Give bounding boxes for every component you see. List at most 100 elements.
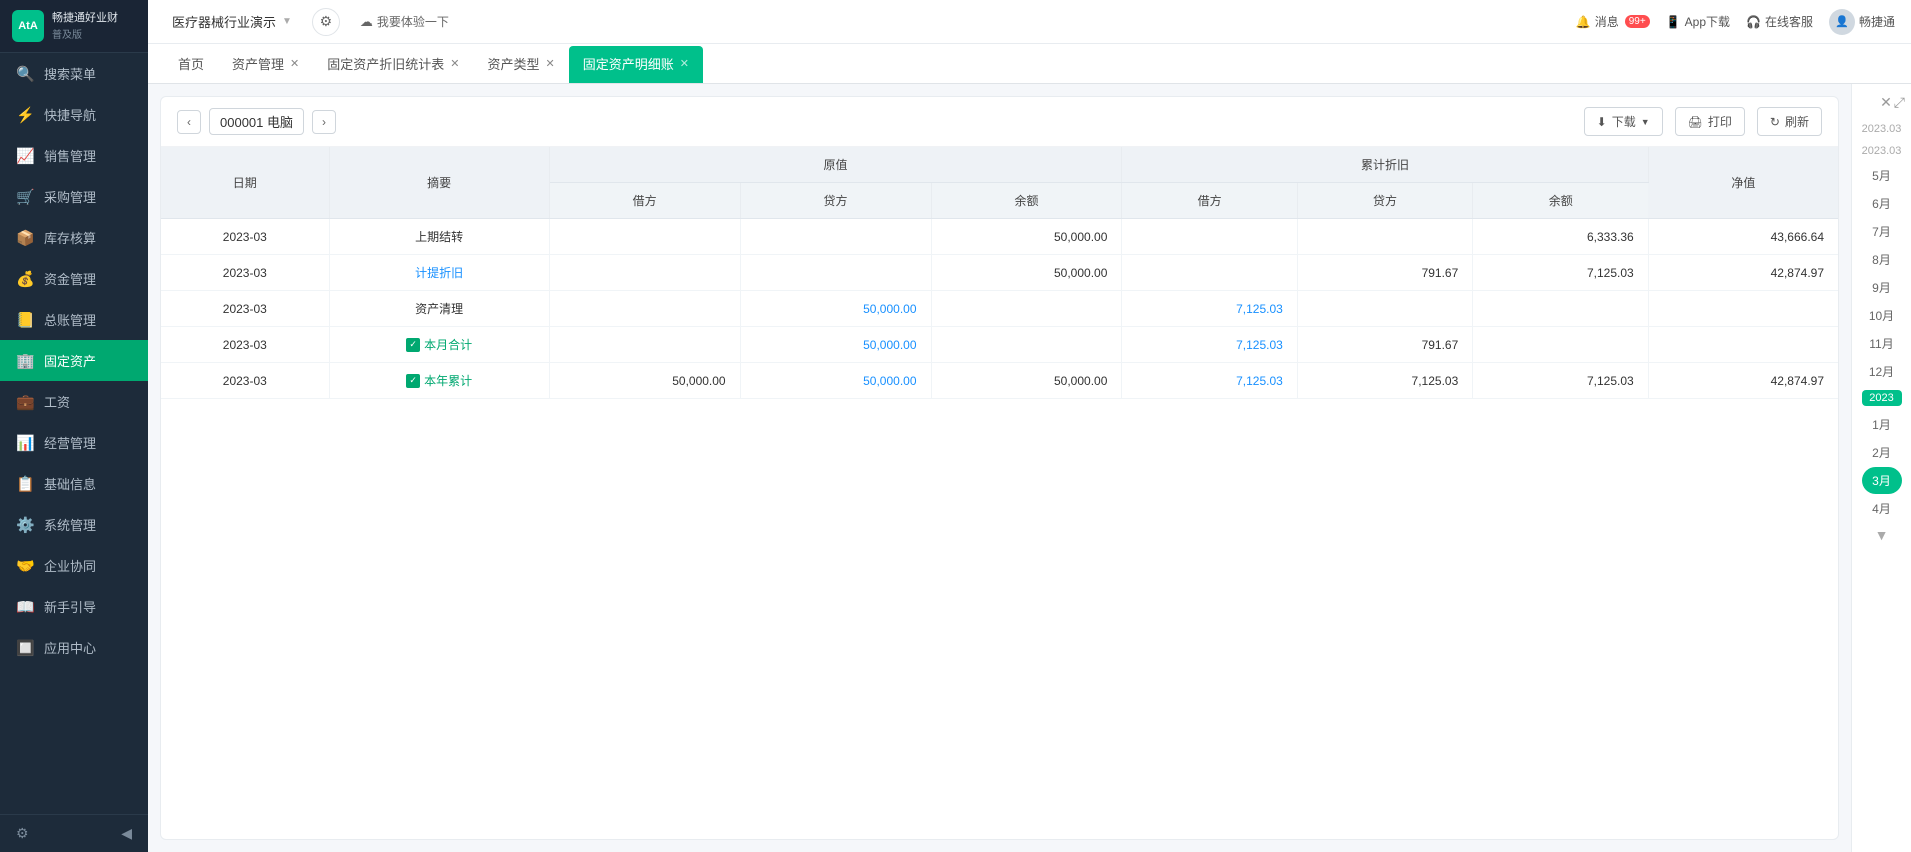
tab-close-depreciation[interactable]: ✕ <box>450 57 459 70</box>
timeline-month-item[interactable]: 9月 <box>1862 274 1902 301</box>
sidebar-item-newbie[interactable]: 📖 新手引导 <box>0 586 148 627</box>
tab-close-detail[interactable]: ✕ <box>680 57 689 70</box>
cell-orig-credit <box>740 255 931 291</box>
timeline-month-item[interactable]: 2月 <box>1862 439 1902 466</box>
app-download-button[interactable]: 📱 App下载 <box>1666 13 1730 30</box>
th-orig-balance: 余额 <box>931 183 1122 219</box>
cell-orig-credit: 50,000.00 <box>740 291 931 327</box>
timeline-month-item[interactable]: 7月 <box>1862 218 1902 245</box>
sidebar-bottom: ⚙ ◀ <box>0 814 148 852</box>
sidebar-item-inventory[interactable]: 📦 库存核算 <box>0 217 148 258</box>
company-name: 医疗器械行业演示 <box>172 12 276 31</box>
sidebar-item-appstore[interactable]: 🔲 应用中心 <box>0 627 148 668</box>
download-dropdown-icon: ▼ <box>1641 117 1650 127</box>
user-avatar[interactable]: 👤 畅捷通 <box>1829 9 1895 35</box>
experience-button[interactable]: ☁ 我要体验一下 <box>352 9 457 34</box>
topbar-settings-button[interactable]: ⚙ <box>312 8 340 36</box>
timeline-month-item[interactable]: 11月 <box>1862 330 1902 357</box>
print-button[interactable]: 🖨 打印 <box>1675 107 1745 136</box>
tab-asset-type[interactable]: 资产类型 ✕ <box>473 46 568 83</box>
table-row: 2023-03 资产清理 50,000.00 7,125.03 <box>161 291 1838 327</box>
sidebar-item-search[interactable]: 🔍 搜索菜单 <box>0 53 148 94</box>
next-asset-button[interactable]: › <box>312 110 336 134</box>
topbar-left: 医疗器械行业演示 ▼ ⚙ ☁ 我要体验一下 <box>164 8 457 36</box>
notification-badge: 99+ <box>1625 15 1650 28</box>
topbar: 医疗器械行业演示 ▼ ⚙ ☁ 我要体验一下 🔔 消息 99+ 📱 App下载 <box>148 0 1911 44</box>
prev-asset-button[interactable]: ‹ <box>177 110 201 134</box>
notification-button[interactable]: 🔔 消息 99+ <box>1576 13 1650 30</box>
timeline-month-item[interactable]: 1月 <box>1862 411 1902 438</box>
sidebar-item-system[interactable]: ⚙️ 系统管理 <box>0 504 148 545</box>
guide-icon: 📖 <box>16 598 34 616</box>
info-icon: 📋 <box>16 475 34 493</box>
sidebar-item-fixed-assets[interactable]: 🏢 固定资产 <box>0 340 148 381</box>
timeline-close-button[interactable]: ✕ <box>1880 94 1892 111</box>
cell-dep-credit: 791.67 <box>1297 255 1472 291</box>
sidebar-item-ops[interactable]: 📊 经营管理 <box>0 422 148 463</box>
cell-summary: ✓本年累计 <box>329 363 549 399</box>
sidebar-item-quicknav[interactable]: ⚡ 快捷导航 <box>0 94 148 135</box>
asset-code-tag: 000001 电脑 <box>209 108 304 135</box>
sidebar-item-sales[interactable]: 📈 销售管理 <box>0 135 148 176</box>
cell-date: 2023-03 <box>161 291 329 327</box>
customer-service-button[interactable]: 🎧 在线客服 <box>1746 13 1813 30</box>
timeline-months-current: 1月2月3月4月 <box>1862 410 1902 523</box>
sidebar-item-ledger[interactable]: 📒 总账管理 <box>0 299 148 340</box>
settings-bottom-icon[interactable]: ⚙ <box>16 825 29 842</box>
sidebar-item-basic[interactable]: 📋 基础信息 <box>0 463 148 504</box>
cell-orig-balance: 50,000.00 <box>931 255 1122 291</box>
system-icon: ⚙️ <box>16 516 34 534</box>
tab-depreciation[interactable]: 固定资产折旧统计表 ✕ <box>313 46 473 83</box>
timeline-month-item[interactable]: 5月 <box>1862 162 1902 189</box>
building-icon: 🏢 <box>16 352 34 370</box>
sidebar-item-collab[interactable]: 🤝 企业协同 <box>0 545 148 586</box>
sidebar-item-funds[interactable]: 💰 资金管理 <box>0 258 148 299</box>
collapse-icon[interactable]: ◀ <box>121 825 132 842</box>
cell-net-value: 42,874.97 <box>1648 255 1838 291</box>
timeline-month-item[interactable]: 8月 <box>1862 246 1902 273</box>
avatar-image: 👤 <box>1829 9 1855 35</box>
timeline-expand-button[interactable]: ⤢ <box>1894 94 1905 111</box>
th-summary: 摘要 <box>329 147 549 219</box>
cell-dep-credit <box>1297 291 1472 327</box>
fixed-asset-detail-table: 日期 摘要 原值 累计折旧 净值 借方 贷方 余额 借方 贷方 余额 <box>161 147 1838 399</box>
sidebar-item-purchase[interactable]: 🛒 采购管理 <box>0 176 148 217</box>
sidebar-item-salary[interactable]: 💼 工资 <box>0 381 148 422</box>
timeline-year-label-top: 2023.03 <box>1852 121 1911 137</box>
toolbar-right: ⬇ 下载 ▼ 🖨 打印 ↻ 刷新 <box>1584 107 1822 136</box>
refresh-button[interactable]: ↻ 刷新 <box>1757 107 1822 136</box>
cell-dep-debit <box>1122 219 1297 255</box>
tab-home[interactable]: 首页 <box>164 46 218 83</box>
toolbar-left: ‹ 000001 电脑 › <box>177 108 336 135</box>
logo-title: 畅捷通好业财 <box>52 11 118 25</box>
cell-summary: 上期结转 <box>329 219 549 255</box>
download-button[interactable]: ⬇ 下载 ▼ <box>1584 107 1663 136</box>
tab-detail[interactable]: 固定资产明细账 ✕ <box>569 46 703 83</box>
timeline-month-item[interactable]: 3月 <box>1862 467 1902 494</box>
company-selector[interactable]: 医疗器械行业演示 ▼ <box>164 8 300 35</box>
cell-dep-credit: 7,125.03 <box>1297 363 1472 399</box>
briefcase-icon: 💼 <box>16 393 34 411</box>
chart-icon: 📈 <box>16 147 34 165</box>
th-original-value-group: 原值 <box>549 147 1122 183</box>
timeline-month-item[interactable]: 12月 <box>1862 358 1902 385</box>
tab-close-asset-type[interactable]: ✕ <box>546 57 555 70</box>
cell-date: 2023-03 <box>161 363 329 399</box>
timeline-month-item[interactable]: 6月 <box>1862 190 1902 217</box>
table-row: 2023-03 计提折旧 50,000.00 791.67 7,125.03 4… <box>161 255 1838 291</box>
cell-orig-debit: 50,000.00 <box>549 363 740 399</box>
data-table-wrapper: 日期 摘要 原值 累计折旧 净值 借方 贷方 余额 借方 贷方 余额 <box>161 147 1838 839</box>
topbar-right: 🔔 消息 99+ 📱 App下载 🎧 在线客服 👤 畅捷通 <box>1576 9 1895 35</box>
cell-net-value: 42,874.97 <box>1648 363 1838 399</box>
logo-subtitle: 普及版 <box>52 26 118 41</box>
tab-close-assets[interactable]: ✕ <box>290 57 299 70</box>
timeline-sidebar: ✕ ⤢ 2023.03 2023.03 5月6月7月8月9月10月11月12月 … <box>1851 84 1911 852</box>
th-date: 日期 <box>161 147 329 219</box>
timeline-month-item[interactable]: 10月 <box>1862 302 1902 329</box>
timeline-down-arrow[interactable]: ▼ <box>1875 527 1889 543</box>
th-net-value: 净值 <box>1648 147 1838 219</box>
cell-orig-balance: 50,000.00 <box>931 219 1122 255</box>
tab-assets[interactable]: 资产管理 ✕ <box>218 46 313 83</box>
th-dep-balance: 余额 <box>1473 183 1648 219</box>
timeline-month-item[interactable]: 4月 <box>1862 495 1902 522</box>
